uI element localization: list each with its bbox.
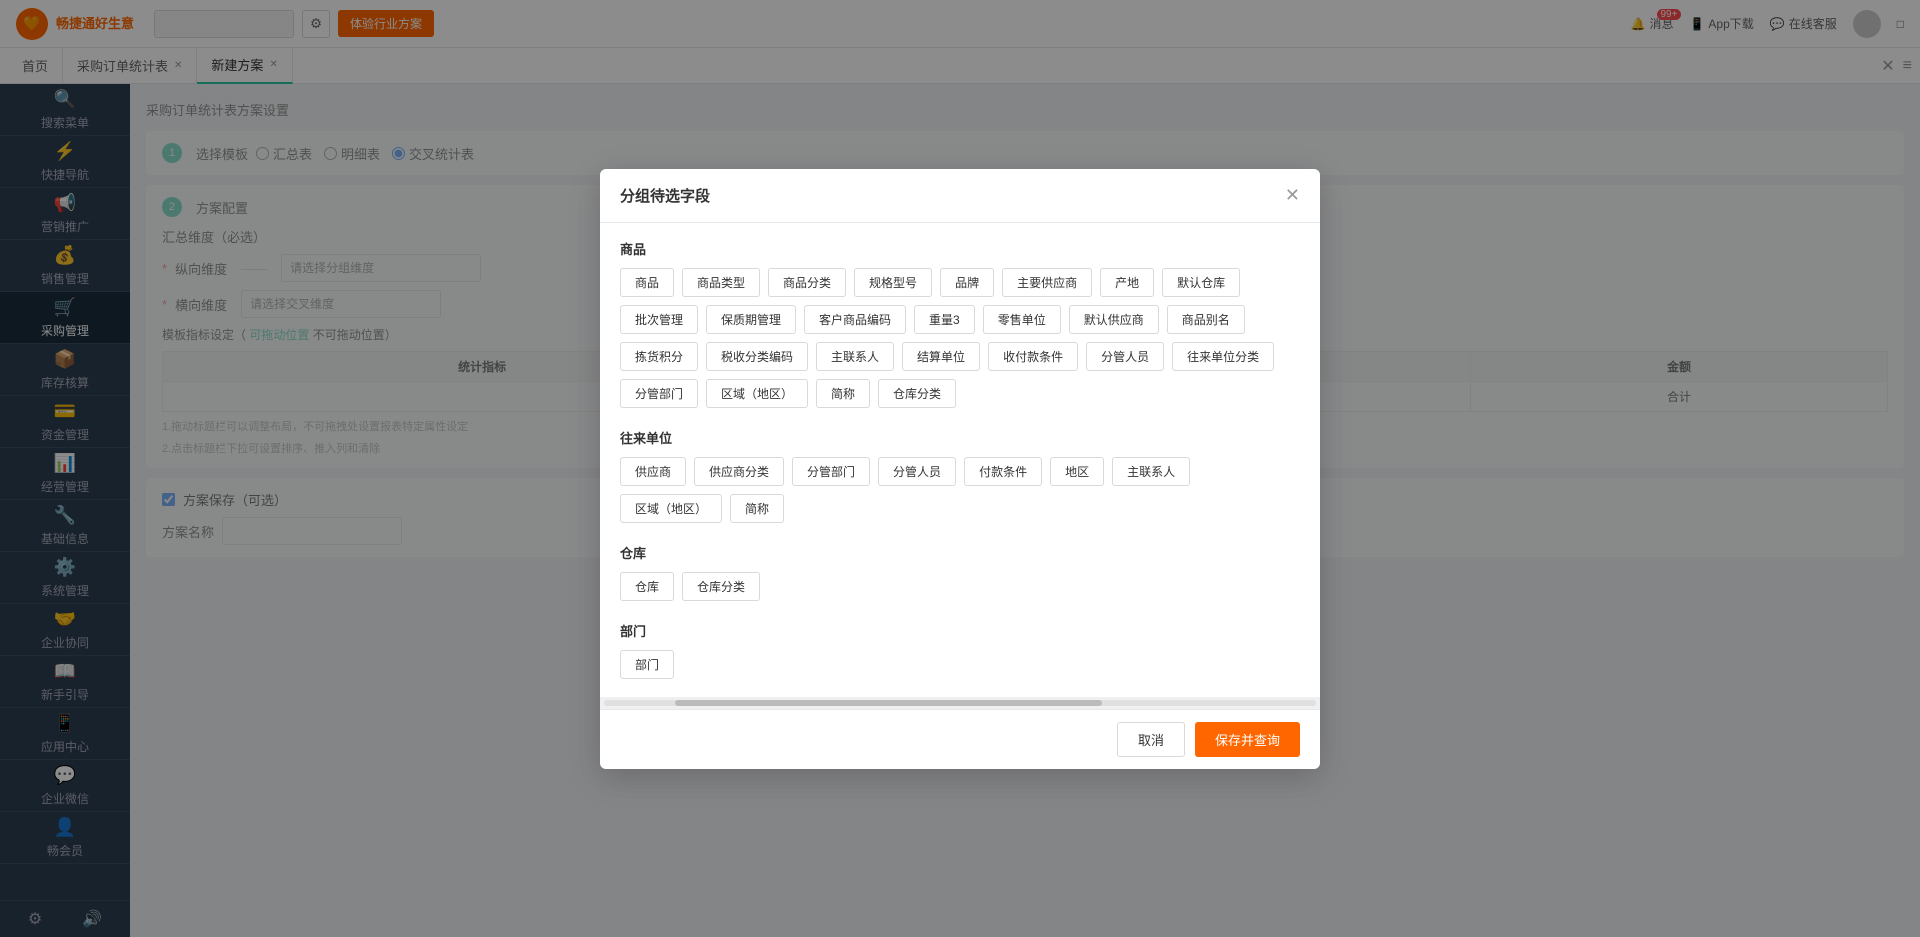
section-goods-tags: 商品商品类型商品分类规格型号品牌主要供应商产地默认仓库批次管理保质期管理客户商品… — [620, 268, 1300, 408]
field-tag[interactable]: 品牌 — [940, 268, 994, 297]
field-tag[interactable]: 税收分类编码 — [706, 342, 808, 371]
field-tag[interactable]: 分管人员 — [1086, 342, 1164, 371]
field-tag[interactable]: 拣货积分 — [620, 342, 698, 371]
field-tag[interactable]: 产地 — [1100, 268, 1154, 297]
field-tag[interactable]: 供应商 — [620, 457, 686, 486]
field-tag[interactable]: 默认仓库 — [1162, 268, 1240, 297]
field-tag[interactable]: 默认供应商 — [1069, 305, 1159, 334]
section-contact-tags: 供应商供应商分类分管部门分管人员付款条件地区主联系人区域（地区） 简称 — [620, 457, 1300, 523]
field-tag[interactable]: 仓库分类 — [682, 572, 760, 601]
modal-header: 分组待选字段 ✕ — [600, 169, 1320, 223]
field-tag[interactable]: 商品类型 — [682, 268, 760, 297]
field-tag[interactable]: 商品分类 — [768, 268, 846, 297]
field-tag[interactable]: 供应商分类 — [694, 457, 784, 486]
section-goods: 商品 商品商品类型商品分类规格型号品牌主要供应商产地默认仓库批次管理保质期管理客… — [620, 239, 1300, 408]
section-dept: 部门 部门 — [620, 621, 1300, 679]
field-tag[interactable]: 主联系人 — [816, 342, 894, 371]
field-tag[interactable]: 区域（地区） — [620, 494, 722, 523]
field-tag[interactable]: 地区 — [1050, 457, 1104, 486]
field-tag[interactable]: 主联系人 — [1112, 457, 1190, 486]
modal-hscrollbar[interactable] — [600, 697, 1320, 709]
field-tag[interactable]: 规格型号 — [854, 268, 932, 297]
field-tag[interactable]: 客户商品编码 — [804, 305, 906, 334]
field-tag[interactable]: 重量3 — [914, 305, 975, 334]
cancel-button[interactable]: 取消 — [1117, 722, 1185, 757]
section-dept-title: 部门 — [620, 621, 1300, 640]
section-warehouse-title: 仓库 — [620, 543, 1300, 562]
section-warehouse: 仓库 仓库仓库分类 — [620, 543, 1300, 601]
field-tag[interactable]: 仓库分类 — [878, 379, 956, 408]
field-tag[interactable]: 商品别名 — [1167, 305, 1245, 334]
field-tag[interactable]: 分管人员 — [878, 457, 956, 486]
section-dept-tags: 部门 — [620, 650, 1300, 679]
modal-close-button[interactable]: ✕ — [1285, 185, 1300, 206]
field-tag[interactable]: 仓库 — [620, 572, 674, 601]
modal-overlay: 分组待选字段 ✕ 商品 商品商品类型商品分类规格型号品牌主要供应商产地默认仓库批… — [0, 0, 1920, 937]
section-warehouse-tags: 仓库仓库分类 — [620, 572, 1300, 601]
modal-title: 分组待选字段 — [620, 185, 710, 206]
field-tag[interactable]: 简称 — [730, 494, 784, 523]
field-tag[interactable]: 部门 — [620, 650, 674, 679]
section-contact: 往来单位 供应商供应商分类分管部门分管人员付款条件地区主联系人区域（地区） 简称 — [620, 428, 1300, 523]
field-tag[interactable]: 分管部门 — [620, 379, 698, 408]
field-tag[interactable]: 保质期管理 — [706, 305, 796, 334]
field-tag[interactable]: 收付款条件 — [988, 342, 1078, 371]
field-tag[interactable]: 零售单位 — [983, 305, 1061, 334]
modal-dialog: 分组待选字段 ✕ 商品 商品商品类型商品分类规格型号品牌主要供应商产地默认仓库批… — [600, 169, 1320, 769]
field-tag[interactable]: 批次管理 — [620, 305, 698, 334]
modal-body: 商品 商品商品类型商品分类规格型号品牌主要供应商产地默认仓库批次管理保质期管理客… — [600, 223, 1320, 697]
field-tag[interactable]: 商品 — [620, 268, 674, 297]
field-tag[interactable]: 往来单位分类 — [1172, 342, 1274, 371]
section-goods-title: 商品 — [620, 239, 1300, 258]
field-tag[interactable]: 主要供应商 — [1002, 268, 1092, 297]
modal-footer: 取消 保存并查询 — [600, 709, 1320, 769]
field-tag[interactable]: 付款条件 — [964, 457, 1042, 486]
field-tag[interactable]: 分管部门 — [792, 457, 870, 486]
section-contact-title: 往来单位 — [620, 428, 1300, 447]
field-tag[interactable]: 区域（地区） — [706, 379, 808, 408]
field-tag[interactable]: 结算单位 — [902, 342, 980, 371]
field-tag[interactable]: 简称 — [816, 379, 870, 408]
save-button[interactable]: 保存并查询 — [1195, 722, 1300, 757]
